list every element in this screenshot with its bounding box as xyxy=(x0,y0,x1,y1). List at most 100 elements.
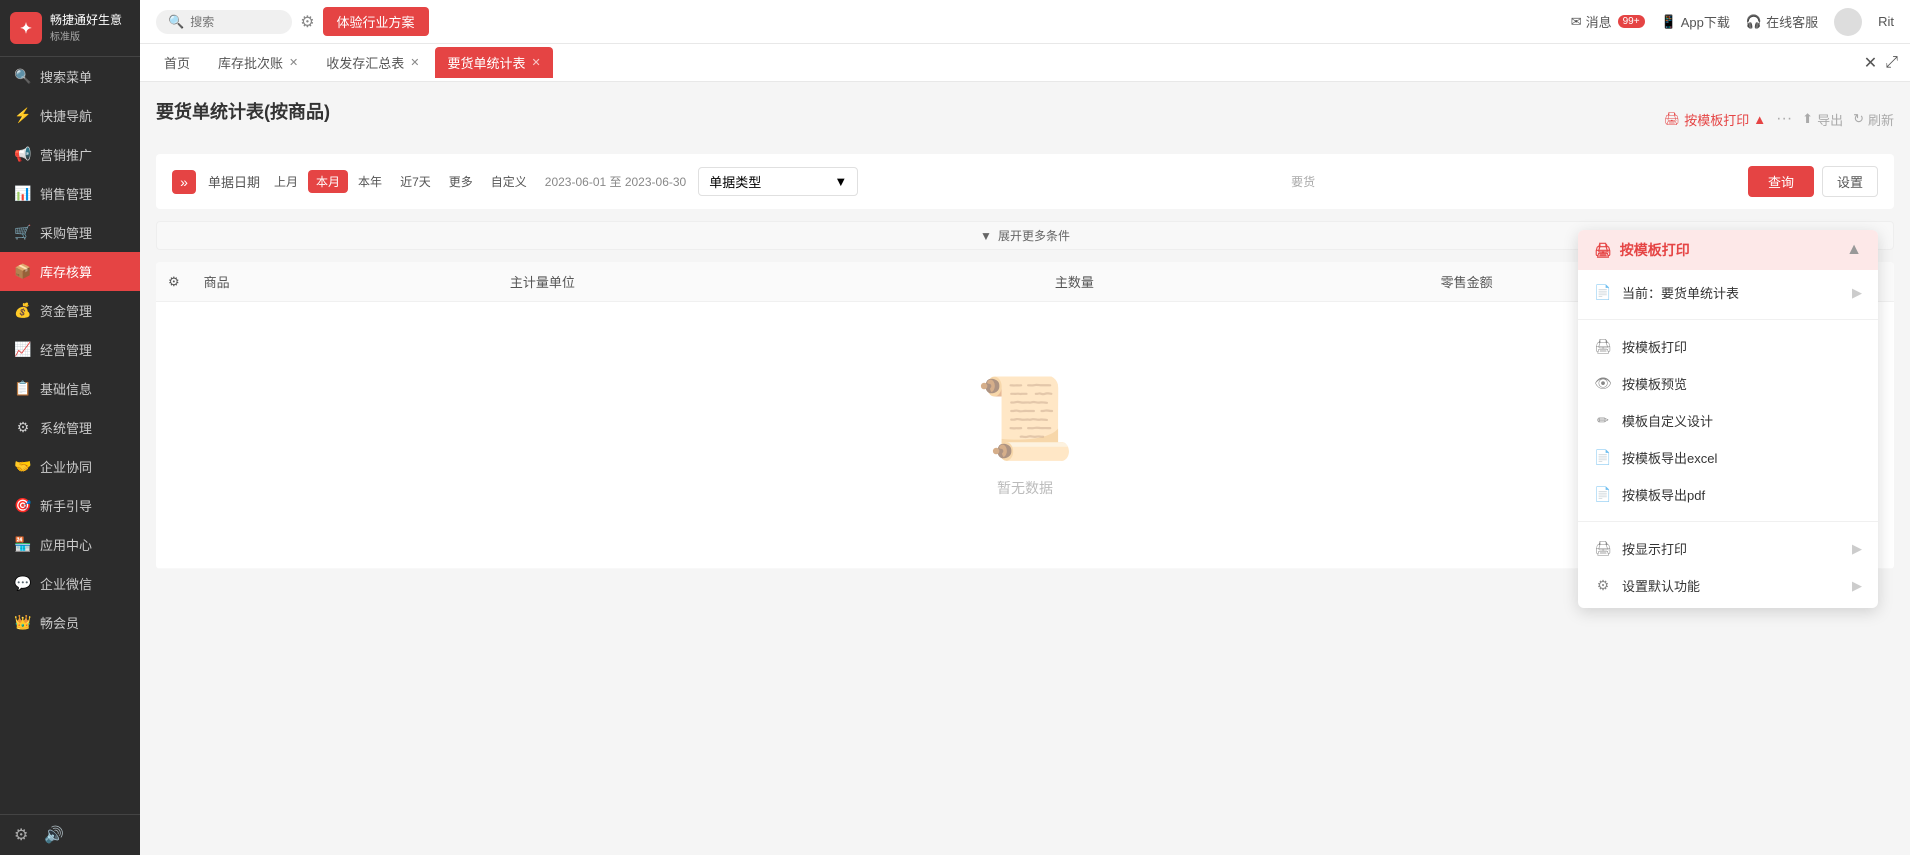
th-quantity: 主数量 xyxy=(1043,262,1429,302)
dropdown-label-template_design: 模板自定义设计 xyxy=(1622,411,1713,430)
date-btn-this_month[interactable]: 本月 xyxy=(308,170,348,193)
dropdown-panel: 🖨 按模板打印 ▲ 📄 当前：要货单统计表 ▶ 🖨按模板打印👁按模板预览✏模板自… xyxy=(1578,230,1878,608)
app-logo-icon: ✦ xyxy=(10,12,42,44)
topbar-settings-icon[interactable]: ⚙ xyxy=(300,12,314,32)
sidebar-item-system[interactable]: ⚙系统管理 xyxy=(0,408,140,447)
dropdown-item-template_print[interactable]: 🖨按模板打印 xyxy=(1578,328,1878,365)
dropdown-sec-label-set_default: 设置默认功能 xyxy=(1622,576,1700,595)
sidebar-icon-shortcut: ⚡ xyxy=(14,107,32,125)
sidebar-item-finance[interactable]: 💰资金管理 xyxy=(0,291,140,330)
sidebar-item-enterprise[interactable]: 🤝企业协同 xyxy=(0,447,140,486)
current-template-item[interactable]: 📄 当前：要货单统计表 ▶ xyxy=(1578,274,1878,311)
dropdown-item-template_design[interactable]: ✏ 模板自定义设计 xyxy=(1578,402,1878,439)
dropdown-section-display_print[interactable]: 🖨按显示打印▶ xyxy=(1578,530,1878,567)
tab-order_summary[interactable]: 要货单统计表 ✕ xyxy=(435,47,552,78)
sidebar-item-search[interactable]: 🔍 搜索菜单 xyxy=(0,57,140,96)
sound-bottom-icon[interactable]: 🔊 xyxy=(44,825,64,845)
search-box[interactable]: 🔍 xyxy=(156,10,292,34)
sidebar-item-purchase[interactable]: 🛒采购管理 xyxy=(0,213,140,252)
dropdown-section-current: 📄 当前：要货单统计表 ▶ xyxy=(1578,270,1878,315)
tab-receipt_summary[interactable]: 收发存汇总表 ✕ xyxy=(314,47,431,78)
sidebar-item-wechat[interactable]: 💬企业微信 xyxy=(0,564,140,603)
dropdown-icon-template_print: 🖨 xyxy=(1594,338,1612,356)
industry-btn[interactable]: 体验行业方案 xyxy=(323,7,429,36)
topbar-right: ✉ 消息 99+ 📱 App下载 🎧 在线客服 Rit xyxy=(1571,8,1894,36)
dropdown-icon-template_design: ✏ xyxy=(1594,412,1612,430)
order-type-select[interactable]: 单据类型 ▼ xyxy=(698,167,858,196)
message-item[interactable]: ✉ 消息 99+ xyxy=(1571,12,1645,31)
sidebar-item-guide[interactable]: 🎯新手引导 xyxy=(0,486,140,525)
th-settings[interactable]: ⚙ xyxy=(156,262,192,302)
sidebar-item-sales[interactable]: 📊 销售管理 xyxy=(0,174,140,213)
more-icon[interactable]: ··· xyxy=(1776,110,1792,128)
sidebar-item-inventory[interactable]: 📦库存核算 xyxy=(0,252,140,291)
dropdown-icon-template_preview: 👁 xyxy=(1594,375,1612,393)
settings-bottom-icon[interactable]: ⚙ xyxy=(14,825,28,845)
tabbar-actions: ✕ ⤢ xyxy=(1864,53,1898,73)
dropdown-close-btn[interactable]: ▲ xyxy=(1846,241,1862,259)
date-label: 单据日期 xyxy=(208,172,260,191)
sidebar-item-operation[interactable]: 📈经营管理 xyxy=(0,330,140,369)
dropdown-label-template_export_pdf: 按模板导出pdf xyxy=(1622,485,1705,504)
download-icon: 📱 xyxy=(1661,14,1677,30)
filter-expand-btn[interactable]: » xyxy=(172,170,196,194)
date-btn-this_year[interactable]: 本年 xyxy=(350,170,390,193)
sidebar-item-shortcut[interactable]: ⚡快捷导航 xyxy=(0,96,140,135)
user-avatar[interactable] xyxy=(1834,8,1862,36)
divider-1 xyxy=(1578,319,1878,320)
tabbar: 首页库存批次账 ✕ 收发存汇总表 ✕ 要货单统计表 ✕ ✕ ⤢ xyxy=(140,44,1910,82)
sidebar-item-member[interactable]: 👑畅会员 xyxy=(0,603,140,642)
date-btn-last_month[interactable]: 上月 xyxy=(266,170,306,193)
sidebar-label-apps: 应用中心 xyxy=(40,535,92,554)
dropdown-item-template_preview[interactable]: 👁按模板预览 xyxy=(1578,365,1878,402)
sidebar-label-sales: 销售管理 xyxy=(40,184,92,203)
tab-home[interactable]: 首页 xyxy=(152,47,202,78)
topbar: 🔍 ⚙ 体验行业方案 ✉ 消息 99+ 📱 App下载 🎧 在线客服 Rit xyxy=(140,0,1910,44)
date-btn-custom[interactable]: 自定义 xyxy=(483,170,535,193)
service-label: 在线客服 xyxy=(1766,12,1818,31)
sidebar-icon-basic: 📋 xyxy=(14,380,32,398)
close-tab-btn[interactable]: ✕ xyxy=(1864,53,1877,73)
search-input[interactable] xyxy=(190,15,280,29)
tab-close-receipt_summary[interactable]: ✕ xyxy=(410,56,419,69)
sidebar-item-marketing[interactable]: 📢营销推广 xyxy=(0,135,140,174)
date-btn-more[interactable]: 更多 xyxy=(441,170,481,193)
current-template-label: 当前：要货单统计表 xyxy=(1622,283,1739,302)
sidebar-icon-search: 🔍 xyxy=(14,68,32,86)
online-service-item[interactable]: 🎧 在线客服 xyxy=(1746,12,1818,31)
date-btn-last7days[interactable]: 近7天 xyxy=(392,170,439,193)
app-version: 标准版 xyxy=(50,28,122,43)
current-template-icon: 📄 xyxy=(1594,284,1612,302)
dropdown-item-template_export_pdf[interactable]: 📄按模板导出pdf xyxy=(1578,476,1878,513)
sidebar-icon-sales: 📊 xyxy=(14,185,32,203)
tab-label-receipt_summary: 收发存汇总表 xyxy=(326,53,404,72)
dropdown-item-template_export_excel[interactable]: 📄按模板导出excel xyxy=(1578,439,1878,476)
sidebar-item-apps[interactable]: 🏪应用中心 xyxy=(0,525,140,564)
app-download-item[interactable]: 📱 App下载 xyxy=(1661,12,1730,31)
export-btn[interactable]: ⬆ 导出 xyxy=(1802,110,1843,129)
chevron-up-icon: ▲ xyxy=(1753,112,1766,127)
export-icon: ⬆ xyxy=(1802,111,1813,127)
dropdown-section-set_default[interactable]: ⚙设置默认功能▶ xyxy=(1578,567,1878,604)
tab-label-batch: 库存批次账 xyxy=(218,53,283,72)
sidebar-item-basic[interactable]: 📋基础信息 xyxy=(0,369,140,408)
sidebar-label-finance: 资金管理 xyxy=(40,301,92,320)
tab-label-order_summary: 要货单统计表 xyxy=(447,53,525,72)
message-label: 消息 xyxy=(1586,12,1612,31)
order-qty-label: 要货 xyxy=(1291,173,1315,190)
refresh-btn[interactable]: ↻ 刷新 xyxy=(1853,110,1894,129)
print-icon: 🖨 xyxy=(1664,111,1681,127)
print-template-btn[interactable]: 🖨 按模板打印 ▲ xyxy=(1664,110,1766,129)
dropdown-label-template_export_excel: 按模板导出excel xyxy=(1622,448,1717,467)
expand-tab-btn[interactable]: ⤢ xyxy=(1885,54,1898,72)
tab-close-order_summary[interactable]: ✕ xyxy=(532,56,541,69)
dropdown-print-icon: 🖨 xyxy=(1594,242,1612,259)
tab-close-batch[interactable]: ✕ xyxy=(289,56,298,69)
sidebar-label-search: 搜索菜单 xyxy=(40,67,92,86)
sidebar-label-enterprise: 企业协同 xyxy=(40,457,92,476)
settings-btn[interactable]: 设置 xyxy=(1822,166,1878,197)
query-btn[interactable]: 查询 xyxy=(1748,166,1814,197)
dropdown-sec-label-display_print: 按显示打印 xyxy=(1622,539,1687,558)
sidebar-icon-purchase: 🛒 xyxy=(14,224,32,242)
tab-batch[interactable]: 库存批次账 ✕ xyxy=(206,47,310,78)
